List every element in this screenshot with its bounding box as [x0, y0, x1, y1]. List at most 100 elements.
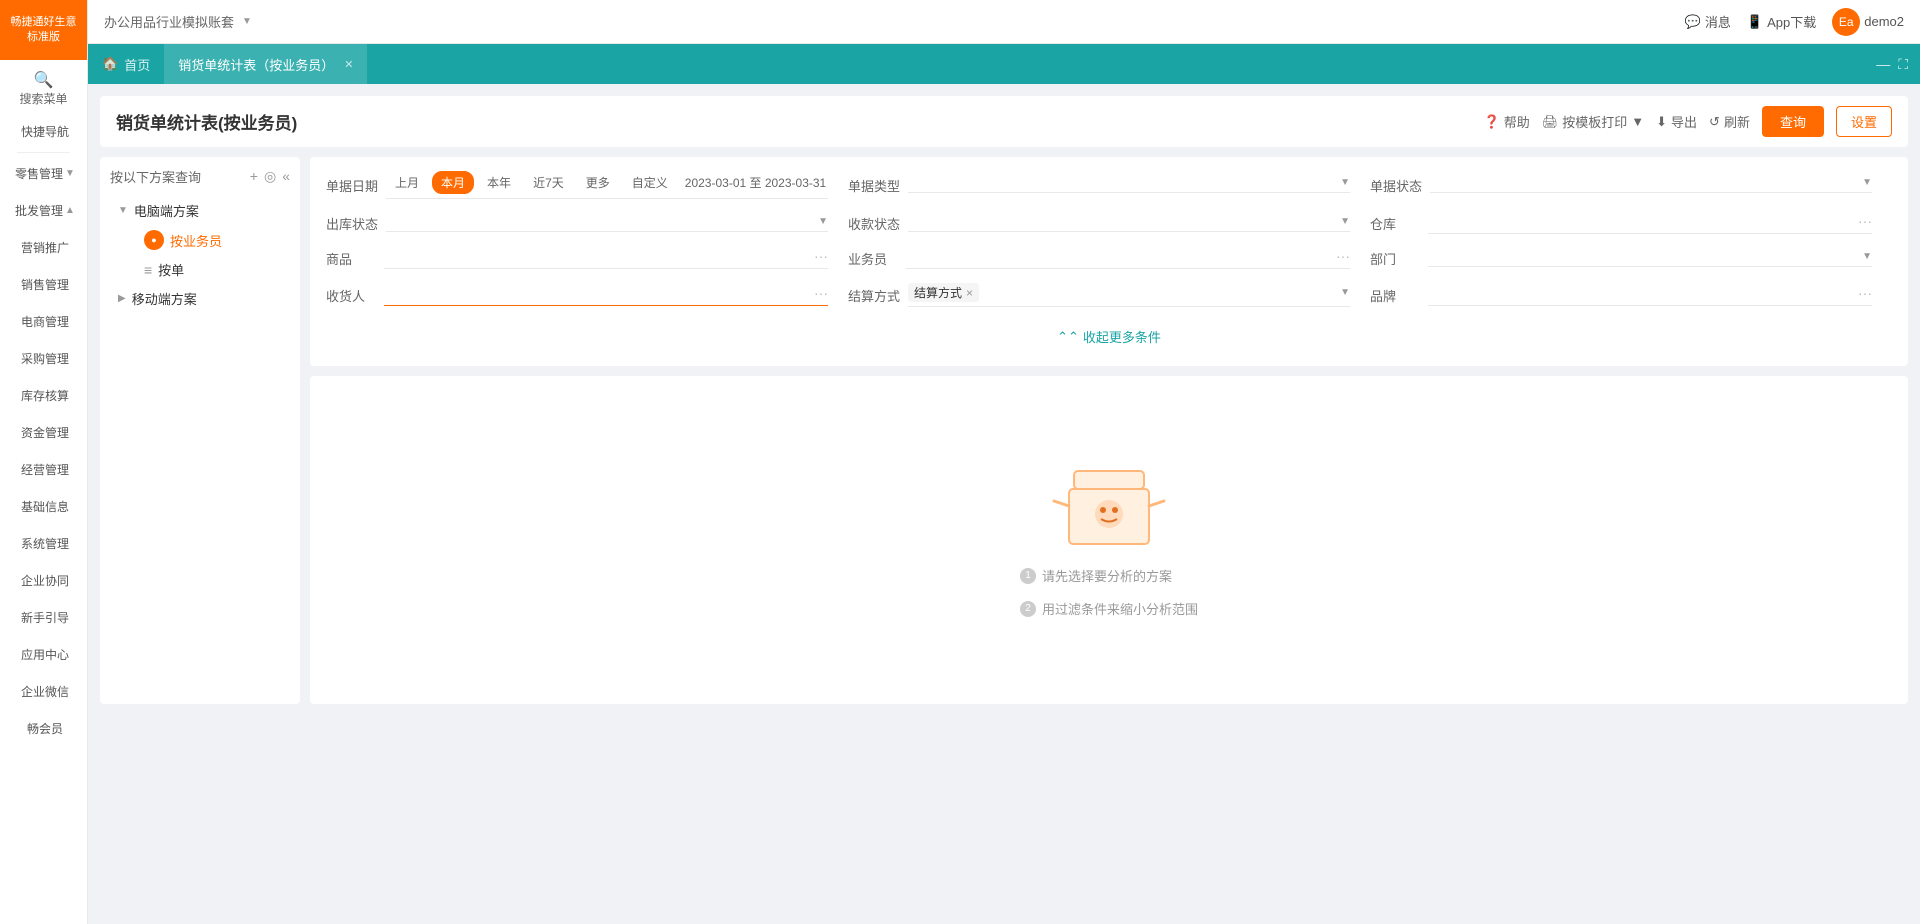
tree-item-mobile[interactable]: ▶ 移动端方案 — [110, 284, 290, 313]
order-type-label: 单据类型 — [848, 176, 900, 195]
sidebar-item-wholesale[interactable]: 批发管理▲ — [0, 192, 87, 229]
sidebar-item-sales[interactable]: 销售管理 — [0, 266, 87, 303]
tab-actions: — ⛶ — [1876, 56, 1920, 73]
sidebar-item-operations[interactable]: 经营管理 — [0, 451, 87, 488]
main-area: 办公用品行业模拟账套 ▼ 💬 消息 📱 App下载 Ea demo2 🏠 首页 — [88, 0, 1920, 924]
settlement-select[interactable]: 结算方式 × ▼ — [908, 283, 1350, 302]
tab-home[interactable]: 🏠 首页 — [88, 44, 164, 84]
dots-icon[interactable]: ··· — [1336, 248, 1350, 264]
query-button[interactable]: 查询 — [1762, 106, 1824, 137]
sidebar-item-ecommerce[interactable]: 电商管理 — [0, 303, 87, 340]
tree-item-label: 电脑端方案 — [134, 201, 199, 220]
tab-close-icon[interactable]: ✕ — [344, 58, 353, 71]
date-btn-this-year[interactable]: 本年 — [478, 171, 520, 194]
sidebar-item-member[interactable]: 畅会员 — [0, 710, 87, 747]
warehouse-select[interactable]: ··· — [1428, 213, 1872, 229]
order-status-select[interactable]: ▼ — [1430, 177, 1872, 188]
receipt-status-select[interactable]: ▼ — [908, 216, 1350, 227]
help-button[interactable]: ❓ 帮助 — [1484, 112, 1530, 131]
date-btn-last-month[interactable]: 上月 — [386, 171, 428, 194]
sidebar-item-system[interactable]: 系统管理 — [0, 525, 87, 562]
add-scheme-icon[interactable]: + — [250, 168, 258, 185]
template-print-button[interactable]: 🖨 按模板打印 ▼ — [1542, 112, 1644, 131]
setting-button[interactable]: 设置 — [1836, 106, 1892, 137]
tab-sales-stat[interactable]: 销货单统计表（按业务员） ✕ — [164, 44, 367, 84]
order-status-control[interactable]: ▼ — [1430, 177, 1872, 193]
settlement-tag-close[interactable]: × — [966, 286, 973, 300]
chevron-down-icon: ▼ — [1862, 177, 1872, 188]
collapse-bar[interactable]: ⌃⌃ 收起更多条件 — [326, 321, 1892, 352]
sub-item-by-order[interactable]: ≡ 按单 — [124, 255, 290, 284]
user-avatar-area[interactable]: Ea demo2 — [1832, 8, 1904, 36]
message-icon: 💬 — [1685, 14, 1701, 30]
goods-select[interactable]: ··· — [384, 248, 828, 264]
collapse-up-icon: ⌃⌃ — [1057, 329, 1079, 345]
empty-illustration — [1049, 456, 1169, 566]
sidebar-item-purchase[interactable]: 采购管理 — [0, 340, 87, 377]
sub-item-by-salesman[interactable]: ● 按业务员 — [124, 225, 290, 255]
salesman-select[interactable]: ··· — [906, 248, 1350, 264]
sidebar-item-basic[interactable]: 基础信息 — [0, 488, 87, 525]
order-type-select[interactable]: ▼ — [908, 177, 1350, 188]
tree-item-pc[interactable]: ▼ 电脑端方案 — [110, 196, 290, 225]
dots-icon[interactable]: ··· — [1858, 285, 1872, 301]
sidebar-item-marketing[interactable]: 营销推广 — [0, 229, 87, 266]
goods-label: 商品 — [326, 249, 376, 268]
date-btn-this-month[interactable]: 本月 — [432, 171, 474, 194]
app-download-button[interactable]: 📱 App下载 — [1747, 12, 1816, 31]
out-status-control[interactable]: ▼ — [386, 216, 828, 232]
tab-minimize-icon[interactable]: — — [1876, 56, 1890, 73]
export-button[interactable]: ⬇ 导出 — [1656, 112, 1697, 131]
receipt-status-control[interactable]: ▼ — [908, 216, 1350, 232]
app-name-dropdown-icon[interactable]: ▼ — [242, 16, 252, 27]
filter-salesman: 业务员 ··· — [848, 248, 1370, 269]
date-btn-custom[interactable]: 自定义 — [623, 171, 677, 194]
page-content: 销货单统计表(按业务员) ❓ 帮助 🖨 按模板打印 ▼ ⬇ 导出 — [88, 84, 1920, 924]
empty-hint: 1 请先选择要分析的方案 2 用过滤条件来缩小分析范围 — [1020, 566, 1198, 624]
sidebar-item-appcenter[interactable]: 应用中心 — [0, 636, 87, 673]
filter-order-type: 单据类型 ▼ — [848, 176, 1370, 195]
tab-maximize-icon[interactable]: ⛶ — [1898, 56, 1908, 73]
sidebar-item-newbie[interactable]: 新手引导 — [0, 599, 87, 636]
dept-control[interactable]: ▼ — [1428, 251, 1872, 267]
sidebar-item-search[interactable]: 🔍 搜索菜单 — [0, 60, 87, 113]
collapse-scheme-icon[interactable]: « — [282, 168, 290, 185]
left-scheme-panel: 按以下方案查询 + ◎ « ▼ 电脑端方案 — [100, 157, 300, 704]
dots-icon[interactable]: ··· — [814, 248, 828, 264]
page-title-bar: 销货单统计表(按业务员) ❓ 帮助 🖨 按模板打印 ▼ ⬇ 导出 — [100, 96, 1908, 147]
order-status-label: 单据状态 — [1370, 176, 1422, 195]
out-status-select[interactable]: ▼ — [386, 216, 828, 227]
date-btn-7days[interactable]: 近7天 — [524, 171, 573, 194]
filter-date: 单据日期 上月 本月 本年 近7天 更多 自定义 — [326, 171, 848, 199]
edit-scheme-icon[interactable]: ◎ — [264, 168, 276, 185]
order-type-control[interactable]: ▼ — [908, 177, 1350, 193]
sidebar-item-inventory[interactable]: 库存核算 — [0, 377, 87, 414]
dots-icon[interactable]: ··· — [814, 285, 828, 301]
salesman-control[interactable]: ··· — [906, 248, 1350, 269]
chevron-down-icon: ▼ — [1340, 216, 1350, 227]
filter-row-1: 单据日期 上月 本月 本年 近7天 更多 自定义 — [326, 171, 1892, 199]
receiver-select[interactable]: ··· — [384, 285, 828, 301]
receiver-control[interactable]: ··· — [384, 285, 828, 306]
warehouse-control[interactable]: ··· — [1428, 213, 1872, 234]
empty-state-container: 1 请先选择要分析的方案 2 用过滤条件来缩小分析范围 — [310, 376, 1908, 704]
app-name-label: 办公用品行业模拟账套 — [104, 12, 234, 31]
sidebar-item-retail[interactable]: 零售管理▼ — [0, 155, 87, 192]
dept-select[interactable]: ▼ — [1428, 251, 1872, 262]
goods-control[interactable]: ··· — [384, 248, 828, 269]
refresh-button[interactable]: ↺ 刷新 — [1709, 112, 1750, 131]
chevron-down-icon: ▼ — [818, 216, 828, 227]
dots-icon[interactable]: ··· — [1858, 213, 1872, 229]
sidebar-item-wechat[interactable]: 企业微信 — [0, 673, 87, 710]
sidebar-item-shortcuts[interactable]: 快捷导航 — [0, 113, 87, 150]
content-area: 按以下方案查询 + ◎ « ▼ 电脑端方案 — [100, 157, 1908, 704]
message-button[interactable]: 💬 消息 — [1685, 12, 1731, 31]
date-btn-more[interactable]: 更多 — [577, 171, 619, 194]
sidebar-item-enterprise[interactable]: 企业协同 — [0, 562, 87, 599]
brand-control[interactable]: ··· — [1428, 285, 1872, 306]
page-actions: ❓ 帮助 🖨 按模板打印 ▼ ⬇ 导出 ↺ 刷新 — [1484, 106, 1892, 137]
sidebar-item-finance[interactable]: 资金管理 — [0, 414, 87, 451]
print-dropdown-icon: ▼ — [1631, 114, 1644, 129]
settlement-control[interactable]: 结算方式 × ▼ — [908, 283, 1350, 307]
brand-select[interactable]: ··· — [1428, 285, 1872, 301]
